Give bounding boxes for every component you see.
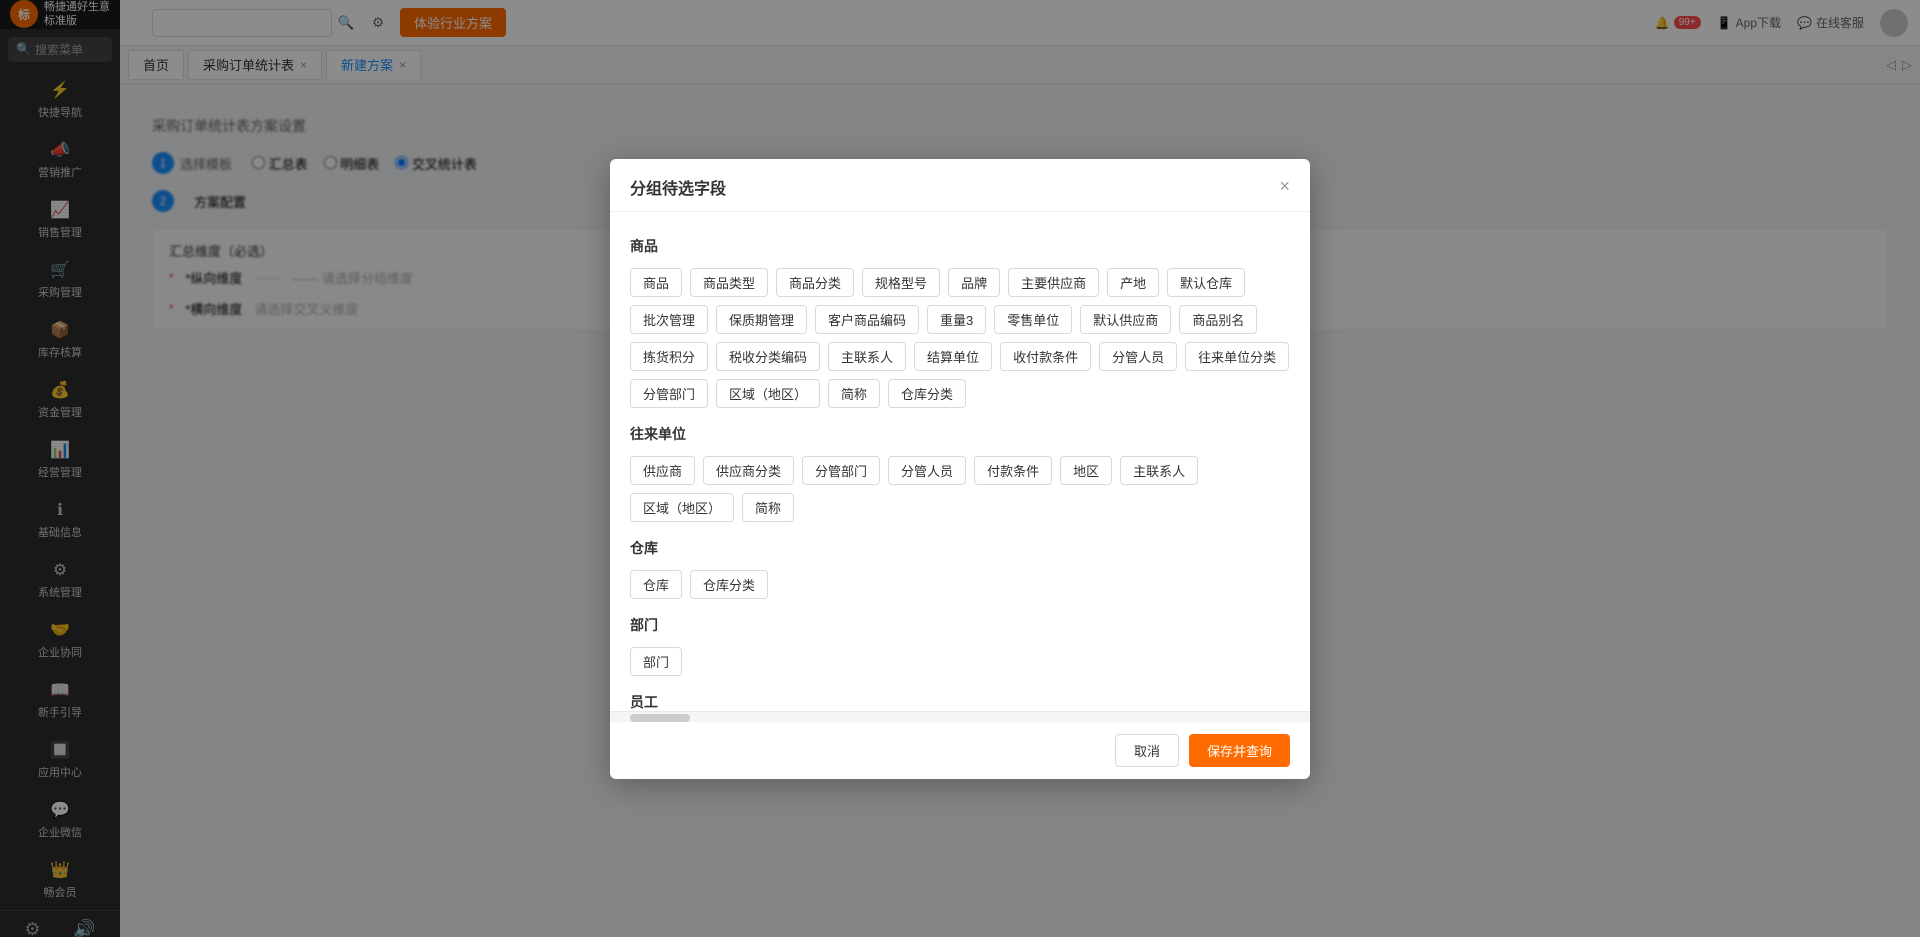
section-title-product: 商品 <box>630 236 1290 256</box>
tag-product-10[interactable]: 客户商品编码 <box>815 305 919 334</box>
section-title-warehouse: 仓库 <box>630 538 1290 558</box>
tag-product-20[interactable]: 分管人员 <box>1099 342 1177 371</box>
tag-product-11[interactable]: 重量3 <box>927 305 986 334</box>
modal-field-selector: 分组待选字段 × 商品商品商品类型商品分类规格型号品牌主要供应商产地默认仓库批次… <box>610 159 1310 779</box>
tag-product-23[interactable]: 区域（地区） <box>716 379 820 408</box>
tag-partner-8[interactable]: 简称 <box>742 493 794 522</box>
tag-product-24[interactable]: 简称 <box>828 379 880 408</box>
tag-warehouse-0[interactable]: 仓库 <box>630 570 682 599</box>
tag-product-4[interactable]: 品牌 <box>948 268 1000 297</box>
tag-partner-4[interactable]: 付款条件 <box>974 456 1052 485</box>
tag-product-2[interactable]: 商品分类 <box>776 268 854 297</box>
tag-product-8[interactable]: 批次管理 <box>630 305 708 334</box>
modal-close-button[interactable]: × <box>1279 176 1290 197</box>
section-title-department: 部门 <box>630 615 1290 635</box>
tag-partner-5[interactable]: 地区 <box>1060 456 1112 485</box>
modal-confirm-button[interactable]: 保存并查询 <box>1189 734 1290 767</box>
modal-overlay: 分组待选字段 × 商品商品商品类型商品分类规格型号品牌主要供应商产地默认仓库批次… <box>0 0 1920 937</box>
tag-product-5[interactable]: 主要供应商 <box>1008 268 1099 297</box>
modal-title: 分组待选字段 <box>630 175 726 199</box>
tag-partner-3[interactable]: 分管人员 <box>888 456 966 485</box>
tag-partner-1[interactable]: 供应商分类 <box>703 456 794 485</box>
tag-partner-7[interactable]: 区域（地区） <box>630 493 734 522</box>
tag-department-0[interactable]: 部门 <box>630 647 682 676</box>
modal-hscroll-thumb <box>630 714 690 722</box>
tag-product-14[interactable]: 商品别名 <box>1179 305 1257 334</box>
tag-product-6[interactable]: 产地 <box>1107 268 1159 297</box>
modal-cancel-button[interactable]: 取消 <box>1115 734 1179 767</box>
tag-product-1[interactable]: 商品类型 <box>690 268 768 297</box>
section-tags-department: 部门 <box>630 647 1290 676</box>
tag-product-22[interactable]: 分管部门 <box>630 379 708 408</box>
modal-body[interactable]: 商品商品商品类型商品分类规格型号品牌主要供应商产地默认仓库批次管理保质期管理客户… <box>610 212 1310 712</box>
section-tags-product: 商品商品类型商品分类规格型号品牌主要供应商产地默认仓库批次管理保质期管理客户商品… <box>630 268 1290 408</box>
tag-product-19[interactable]: 收付款条件 <box>1000 342 1091 371</box>
section-title-employee: 员工 <box>630 692 1290 712</box>
tag-product-21[interactable]: 往来单位分类 <box>1185 342 1289 371</box>
modal-footer: 取消 保存并查询 <box>610 721 1310 779</box>
tag-partner-2[interactable]: 分管部门 <box>802 456 880 485</box>
tag-product-16[interactable]: 税收分类编码 <box>716 342 820 371</box>
tag-partner-6[interactable]: 主联系人 <box>1120 456 1198 485</box>
tag-product-12[interactable]: 零售单位 <box>994 305 1072 334</box>
section-tags-warehouse: 仓库仓库分类 <box>630 570 1290 599</box>
tag-product-0[interactable]: 商品 <box>630 268 682 297</box>
modal-hscroll[interactable] <box>610 711 1310 720</box>
tag-product-25[interactable]: 仓库分类 <box>888 379 966 408</box>
tag-product-3[interactable]: 规格型号 <box>862 268 940 297</box>
section-tags-partner: 供应商供应商分类分管部门分管人员付款条件地区主联系人区域（地区） 简称 <box>630 456 1290 522</box>
tag-product-15[interactable]: 拣货积分 <box>630 342 708 371</box>
tag-product-7[interactable]: 默认仓库 <box>1167 268 1245 297</box>
tag-product-17[interactable]: 主联系人 <box>828 342 906 371</box>
tag-product-9[interactable]: 保质期管理 <box>716 305 807 334</box>
modal-header: 分组待选字段 × <box>610 159 1310 212</box>
tag-partner-0[interactable]: 供应商 <box>630 456 695 485</box>
section-title-partner: 往来单位 <box>630 424 1290 444</box>
tag-warehouse-1[interactable]: 仓库分类 <box>690 570 768 599</box>
tag-product-18[interactable]: 结算单位 <box>914 342 992 371</box>
tag-product-13[interactable]: 默认供应商 <box>1080 305 1171 334</box>
